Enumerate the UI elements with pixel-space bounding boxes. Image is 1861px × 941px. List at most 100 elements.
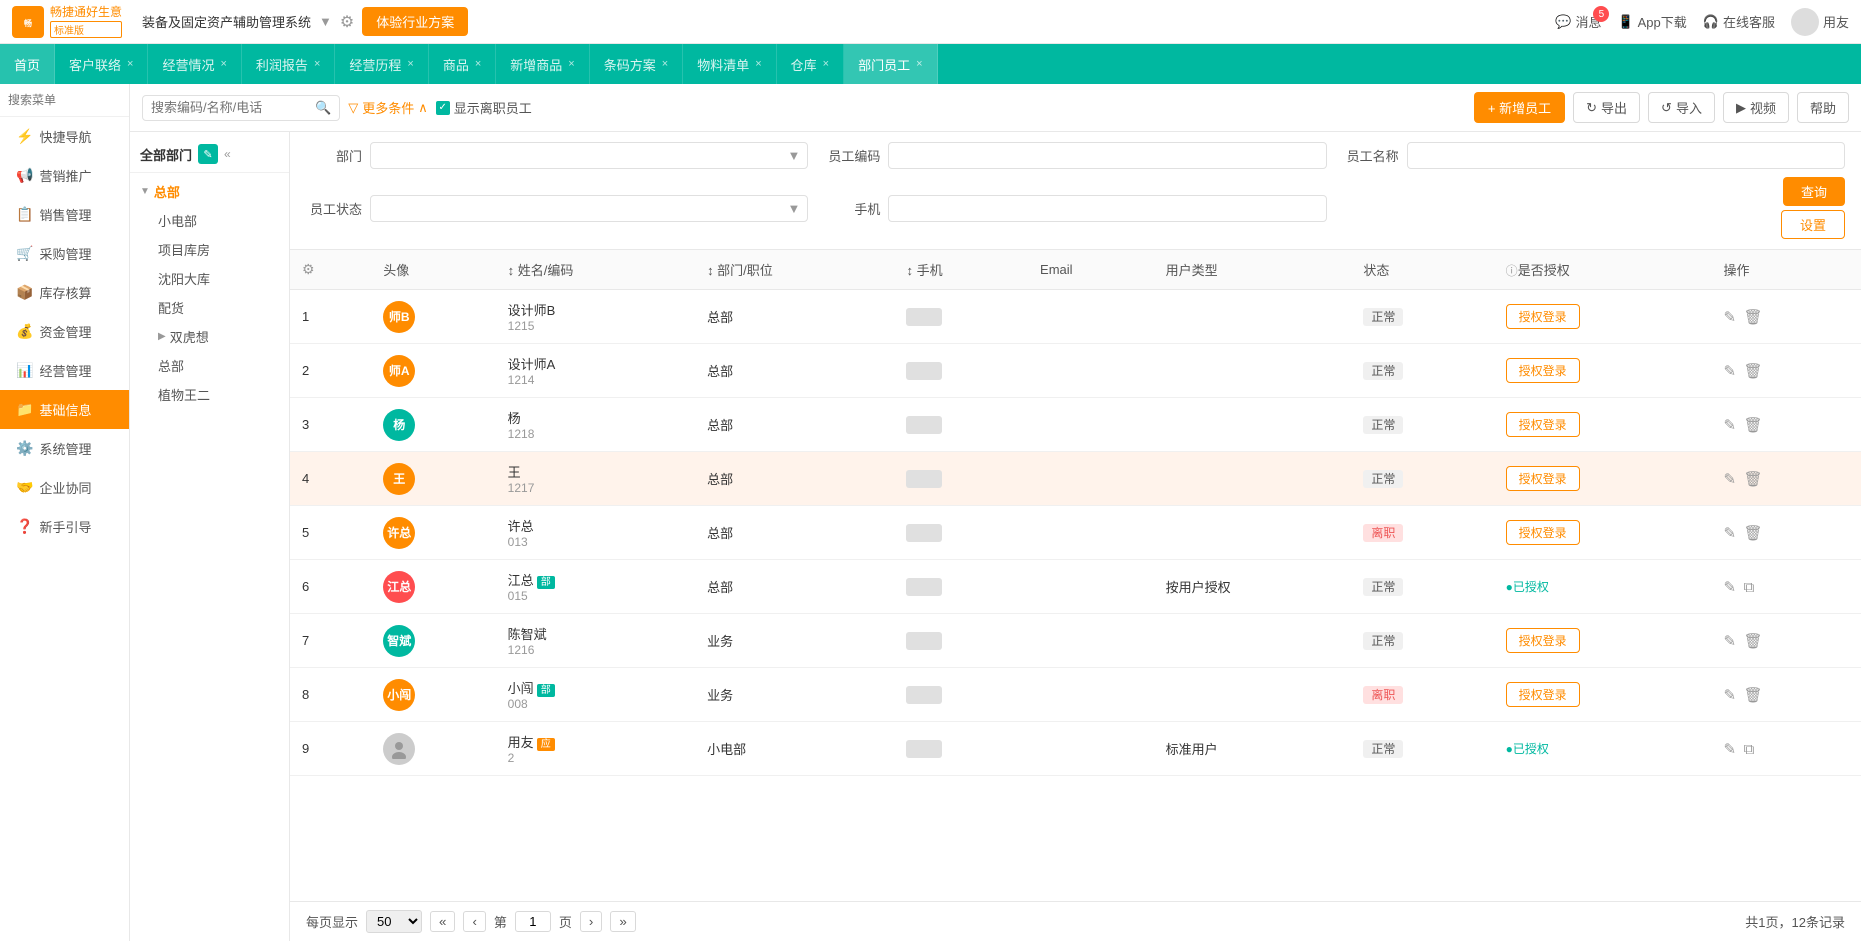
dept-item-headquarter-group[interactable]: ▼ 总部 [130,177,289,206]
app-download-button[interactable]: 📱 App下载 [1617,12,1686,31]
auth-login-button[interactable]: 授权登录 [1506,358,1580,383]
dept-item-shuanghu[interactable]: ▶ 双虎想 [130,322,289,351]
first-page-button[interactable]: « [430,911,455,932]
close-icon[interactable]: × [662,58,668,70]
next-page-button[interactable]: › [580,911,602,932]
sidebar-item-finance[interactable]: 💰 资金管理 [0,312,129,351]
edit-icon[interactable]: ✎ [1723,633,1736,650]
filter-emp-code-input[interactable] [888,142,1326,169]
sidebar-item-purchase[interactable]: 🛒 采购管理 [0,234,129,273]
sidebar-item-inventory[interactable]: 📦 库存核算 [0,273,129,312]
edit-icon[interactable]: ✎ [1723,579,1736,596]
delete-icon[interactable]: 🗑 [1744,687,1763,704]
close-icon[interactable]: × [475,58,481,70]
reset-button[interactable]: 设置 [1781,210,1845,239]
copy-icon[interactable]: ⧉ [1744,741,1755,758]
sidebar-item-quick-nav[interactable]: ⚡ 快捷导航 [0,117,129,156]
dept-tree-collapse-button[interactable]: « [224,147,231,161]
export-button[interactable]: ↻ 导出 [1573,92,1640,123]
tab-bom[interactable]: 物料清单× [683,44,776,84]
sidebar-search[interactable]: 🔍 [0,84,129,117]
edit-icon[interactable]: ✎ [1723,363,1736,380]
tab-warehouse[interactable]: 仓库× [777,44,844,84]
show-resigned-toggle[interactable]: ✓ 显示离职员工 [436,98,532,117]
close-icon[interactable]: × [823,58,829,70]
sidebar-item-marketing[interactable]: 📢 营销推广 [0,156,129,195]
delete-icon[interactable]: 🗑 [1744,309,1763,326]
col-settings[interactable]: ⚙ [290,250,371,290]
edit-icon[interactable]: ✎ [1723,471,1736,488]
filter-status-select-wrap[interactable]: ▼ [370,195,808,222]
add-employee-button[interactable]: + 新增员工 [1474,92,1565,123]
sidebar-item-guide[interactable]: ❓ 新手引导 [0,507,129,546]
tab-home[interactable]: 首页 [0,44,55,84]
page-number-input[interactable] [515,911,551,932]
delete-icon[interactable]: 🗑 [1744,363,1763,380]
user-menu[interactable]: 用友 [1791,8,1849,36]
dept-item-hq[interactable]: 总部 [130,351,289,380]
import-button[interactable]: ↺ 导入 [1648,92,1715,123]
tab-profit[interactable]: 利润报告× [242,44,335,84]
delete-icon[interactable]: 🗑 [1744,471,1763,488]
filter-phone-input[interactable] [888,195,1326,222]
auth-login-button[interactable]: 授权登录 [1506,520,1580,545]
edit-icon[interactable]: ✎ [1723,687,1736,704]
delete-icon[interactable]: 🗑 [1744,417,1763,434]
copy-icon[interactable]: ⧉ [1744,579,1755,596]
tab-goods[interactable]: 商品× [429,44,496,84]
sidebar-item-sales[interactable]: 📋 销售管理 [0,195,129,234]
close-icon[interactable]: × [755,58,761,70]
dept-item-project-storage[interactable]: 项目库房 [130,235,289,264]
sidebar-item-business[interactable]: 📊 经营管理 [0,351,129,390]
auth-login-button[interactable]: 授权登录 [1506,682,1580,707]
col-name[interactable]: ↕ 姓名/编码 [496,250,695,290]
sidebar-item-basic-info[interactable]: 📁 基础信息 [0,390,129,429]
edit-icon[interactable]: ✎ [1723,741,1736,758]
edit-icon[interactable]: ✎ [1723,309,1736,326]
close-icon[interactable]: × [127,58,133,70]
filter-dept-select[interactable] [370,142,808,169]
search-input[interactable] [151,100,311,115]
tab-add-goods[interactable]: 新增商品× [496,44,589,84]
close-icon[interactable]: × [220,58,226,70]
dept-item-small-elec[interactable]: 小电部 [130,206,289,235]
dept-item-plant[interactable]: 植物王二 [130,380,289,409]
tab-history[interactable]: 经营历程× [335,44,428,84]
dept-item-dispatch[interactable]: 配货 [130,293,289,322]
edit-icon[interactable]: ✎ [1723,417,1736,434]
delete-icon[interactable]: 🗑 [1744,633,1763,650]
dept-item-shenyang[interactable]: 沈阳大库 [130,264,289,293]
sidebar-item-system[interactable]: ⚙️ 系统管理 [0,429,129,468]
close-icon[interactable]: × [407,58,413,70]
show-resigned-checkbox[interactable]: ✓ [436,101,450,115]
message-button[interactable]: 💬 消息 5 [1555,12,1601,31]
prev-page-button[interactable]: ‹ [463,911,485,932]
filter-emp-name-input[interactable] [1407,142,1845,169]
auth-login-button[interactable]: 授权登录 [1506,304,1580,329]
auth-login-button[interactable]: 授权登录 [1506,412,1580,437]
close-icon[interactable]: × [916,58,922,70]
tab-employee[interactable]: 部门员工× [844,44,937,84]
view-button[interactable]: ▶ 视频 [1723,92,1789,123]
auth-login-button[interactable]: 授权登录 [1506,466,1580,491]
delete-icon[interactable]: 🗑 [1744,525,1763,542]
close-icon[interactable]: × [568,58,574,70]
col-phone[interactable]: ↕ 手机 [894,250,1028,290]
close-icon[interactable]: × [314,58,320,70]
tab-barcode[interactable]: 条码方案× [590,44,683,84]
sidebar-search-input[interactable] [8,93,130,107]
online-service-button[interactable]: 🎧 在线客服 [1703,12,1775,31]
query-button[interactable]: 查询 [1783,177,1845,206]
help-button[interactable]: 帮助 [1797,92,1849,123]
last-page-button[interactable]: » [610,911,635,932]
title-dropdown-arrow[interactable]: ▼ [319,14,332,29]
per-page-select[interactable]: 50 20 100 [366,910,422,933]
filter-dept-select-wrap[interactable]: ▼ [370,142,808,169]
search-submit-icon[interactable]: 🔍 [315,100,331,116]
edit-icon[interactable]: ✎ [1723,525,1736,542]
sidebar-item-collab[interactable]: 🤝 企业协同 [0,468,129,507]
search-wrap[interactable]: 🔍 [142,95,340,121]
tab-customer[interactable]: 客户联络× [55,44,148,84]
col-dept[interactable]: ↕ 部门/职位 [695,250,894,290]
filter-status-select[interactable] [370,195,808,222]
